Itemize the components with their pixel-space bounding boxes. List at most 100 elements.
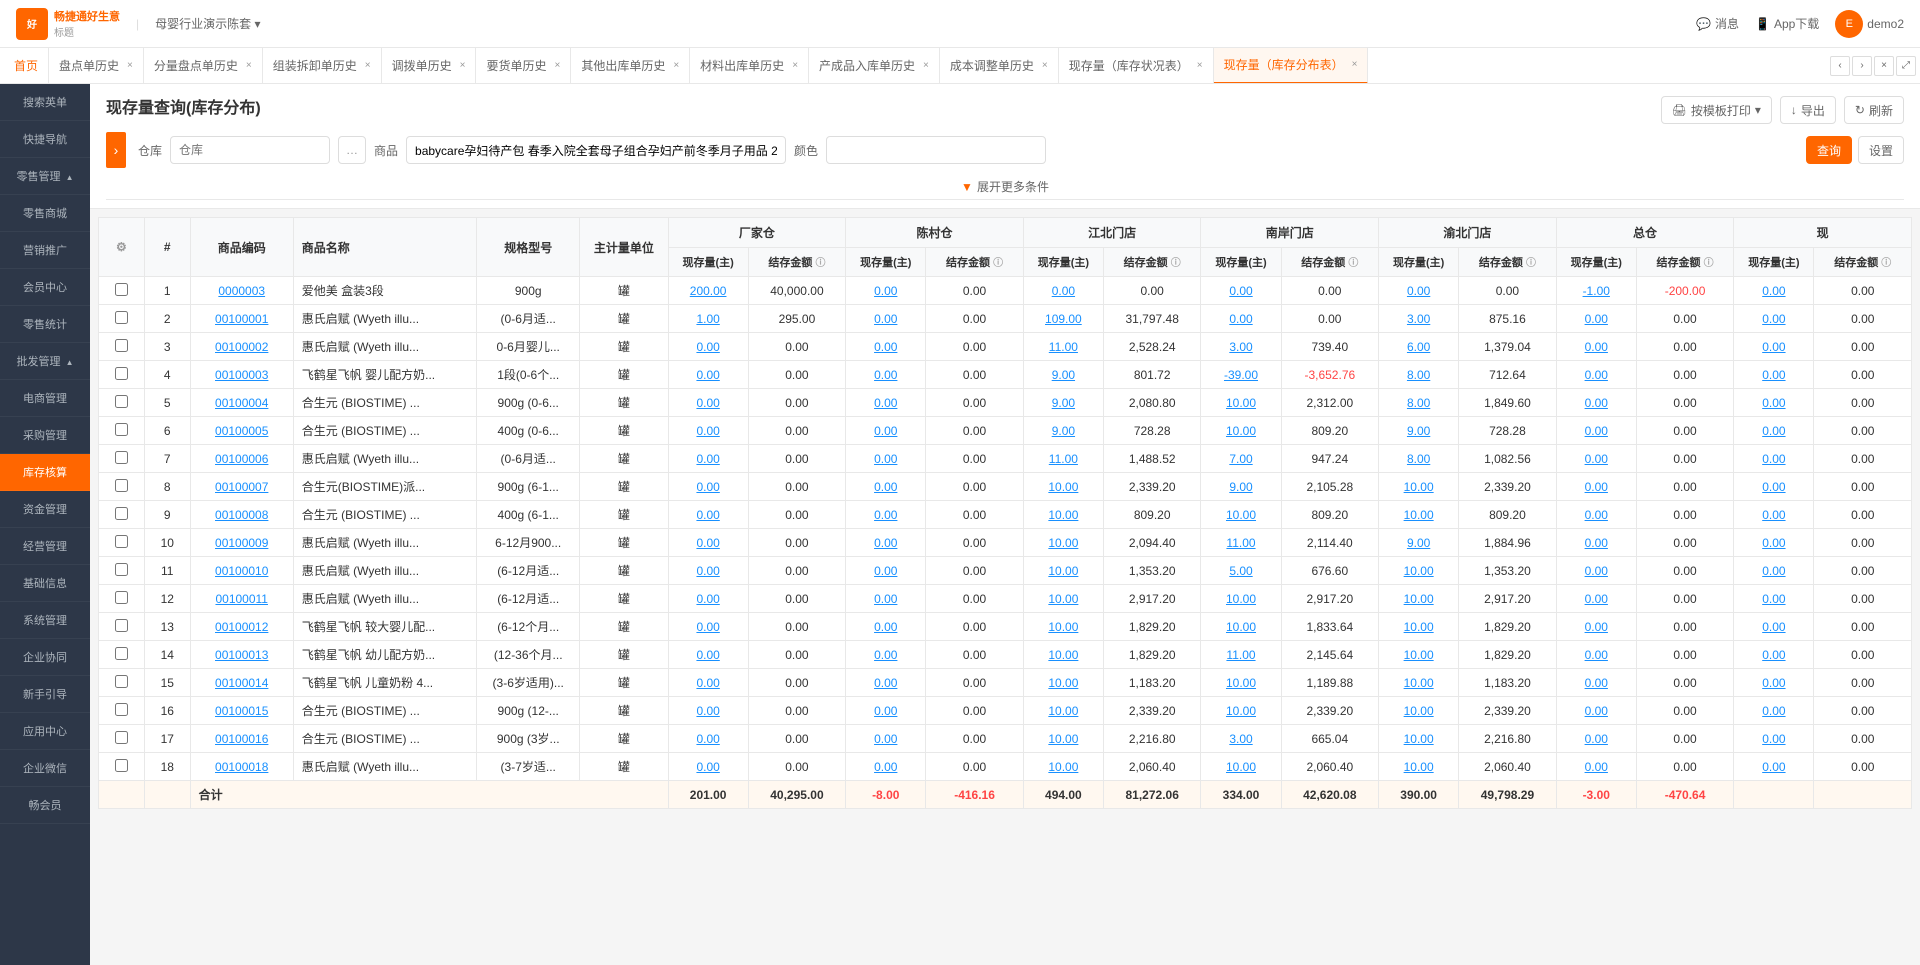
row-checkbox[interactable]	[115, 647, 128, 660]
row-jb-qty[interactable]: 10.00	[1023, 669, 1103, 697]
row-tot-qty[interactable]: 0.00	[1556, 305, 1636, 333]
row-tot-qty[interactable]: 0.00	[1556, 529, 1636, 557]
nav-close-all[interactable]: ×	[1874, 56, 1894, 76]
sidebar-item-system[interactable]: 系统管理	[0, 602, 90, 639]
row-can-qty[interactable]: 0.00	[846, 417, 926, 445]
row-tot-qty[interactable]: 0.00	[1556, 753, 1636, 781]
row-tot-qty[interactable]: 0.00	[1556, 613, 1636, 641]
row-can-qty[interactable]: 0.00	[846, 753, 926, 781]
sidebar-item-member[interactable]: 会员中心	[0, 269, 90, 306]
row-fac-qty[interactable]: 0.00	[668, 389, 748, 417]
tab-3[interactable]: 组装拆卸单历史 ×	[263, 48, 382, 84]
tab-7-close[interactable]: ×	[792, 60, 798, 71]
row-yb-qty[interactable]: 10.00	[1379, 725, 1459, 753]
row-cur-qty[interactable]: 0.00	[1734, 333, 1814, 361]
row-na-qty[interactable]: 10.00	[1201, 613, 1281, 641]
row-jb-qty[interactable]: 10.00	[1023, 641, 1103, 669]
sidebar-item-search[interactable]: 搜索英单	[0, 84, 90, 121]
row-yb-qty[interactable]: 8.00	[1379, 361, 1459, 389]
row-select[interactable]	[99, 557, 145, 585]
sidebar-item-marketing[interactable]: 营销推广	[0, 232, 90, 269]
row-fac-qty[interactable]: 0.00	[668, 333, 748, 361]
cur-amt-info[interactable]: ⓘ	[1881, 258, 1891, 269]
row-code[interactable]: 00100004	[190, 389, 293, 417]
row-tot-qty[interactable]: 0.00	[1556, 417, 1636, 445]
row-checkbox[interactable]	[115, 395, 128, 408]
row-jb-qty[interactable]: 10.00	[1023, 501, 1103, 529]
row-na-qty[interactable]: 10.00	[1201, 585, 1281, 613]
row-can-qty[interactable]: 0.00	[846, 501, 926, 529]
row-fac-qty[interactable]: 0.00	[668, 557, 748, 585]
row-code[interactable]: 00100016	[190, 725, 293, 753]
row-yb-qty[interactable]: 10.00	[1379, 669, 1459, 697]
row-na-qty[interactable]: 10.00	[1201, 753, 1281, 781]
row-fac-qty[interactable]: 0.00	[668, 669, 748, 697]
row-checkbox[interactable]	[115, 283, 128, 296]
row-tot-qty[interactable]: 0.00	[1556, 389, 1636, 417]
row-tot-qty[interactable]: 0.00	[1556, 697, 1636, 725]
row-code[interactable]: 00100003	[190, 361, 293, 389]
row-fac-qty[interactable]: 0.00	[668, 445, 748, 473]
row-cur-qty[interactable]: 0.00	[1734, 445, 1814, 473]
row-checkbox[interactable]	[115, 619, 128, 632]
nav-next[interactable]: ›	[1852, 56, 1872, 76]
row-code[interactable]: 00100001	[190, 305, 293, 333]
color-input[interactable]	[826, 136, 1046, 164]
row-na-qty[interactable]: 0.00	[1201, 277, 1281, 305]
row-jb-qty[interactable]: 10.00	[1023, 725, 1103, 753]
setting-btn[interactable]: 设置	[1858, 136, 1904, 164]
row-jb-qty[interactable]: 10.00	[1023, 557, 1103, 585]
sidebar-item-shortcuts[interactable]: 快捷导航	[0, 121, 90, 158]
nav-prev[interactable]: ‹	[1830, 56, 1850, 76]
row-na-qty[interactable]: 3.00	[1201, 333, 1281, 361]
row-code[interactable]: 00100010	[190, 557, 293, 585]
row-can-qty[interactable]: 0.00	[846, 669, 926, 697]
sidebar-item-retailstat[interactable]: 零售统计	[0, 306, 90, 343]
tab-1[interactable]: 盘点单历史 ×	[49, 48, 144, 84]
row-yb-qty[interactable]: 10.00	[1379, 585, 1459, 613]
row-tot-qty[interactable]: 0.00	[1556, 473, 1636, 501]
row-can-qty[interactable]: 0.00	[846, 725, 926, 753]
row-fac-qty[interactable]: 0.00	[668, 725, 748, 753]
tab-5[interactable]: 要货单历史 ×	[476, 48, 571, 84]
row-na-qty[interactable]: 10.00	[1201, 669, 1281, 697]
row-checkbox[interactable]	[115, 759, 128, 772]
na-amt-info[interactable]: ⓘ	[1348, 258, 1358, 269]
message-btn[interactable]: 💬 消息	[1696, 15, 1739, 32]
row-na-qty[interactable]: 9.00	[1201, 473, 1281, 501]
yb-amt-info[interactable]: ⓘ	[1526, 258, 1536, 269]
row-cur-qty[interactable]: 0.00	[1734, 613, 1814, 641]
row-cur-qty[interactable]: 0.00	[1734, 501, 1814, 529]
industry-selector[interactable]: 母婴行业演示陈套 ▾	[155, 15, 260, 32]
row-yb-qty[interactable]: 6.00	[1379, 333, 1459, 361]
row-can-qty[interactable]: 0.00	[846, 697, 926, 725]
sidebar-item-ecommerce[interactable]: 电商管理	[0, 380, 90, 417]
row-fac-qty[interactable]: 1.00	[668, 305, 748, 333]
row-na-qty[interactable]: 11.00	[1201, 641, 1281, 669]
row-checkbox[interactable]	[115, 423, 128, 436]
nav-maximize[interactable]: ⤢	[1896, 56, 1916, 76]
row-tot-qty[interactable]: 0.00	[1556, 641, 1636, 669]
row-cur-qty[interactable]: 0.00	[1734, 417, 1814, 445]
row-fac-qty[interactable]: 0.00	[668, 529, 748, 557]
row-jb-qty[interactable]: 11.00	[1023, 445, 1103, 473]
sidebar-item-guide[interactable]: 新手引导	[0, 676, 90, 713]
row-tot-qty[interactable]: 0.00	[1556, 725, 1636, 753]
row-na-qty[interactable]: 3.00	[1201, 725, 1281, 753]
row-checkbox[interactable]	[115, 311, 128, 324]
row-jb-qty[interactable]: 10.00	[1023, 697, 1103, 725]
tab-10-close[interactable]: ×	[1197, 60, 1203, 71]
row-fac-qty[interactable]: 0.00	[668, 417, 748, 445]
row-yb-qty[interactable]: 0.00	[1379, 277, 1459, 305]
row-tot-qty[interactable]: 0.00	[1556, 585, 1636, 613]
row-tot-qty[interactable]: 0.00	[1556, 501, 1636, 529]
row-checkbox[interactable]	[115, 339, 128, 352]
sidebar-item-collab[interactable]: 企业协同	[0, 639, 90, 676]
row-jb-qty[interactable]: 10.00	[1023, 529, 1103, 557]
tab-11-close[interactable]: ×	[1352, 59, 1358, 70]
row-code[interactable]: 00100013	[190, 641, 293, 669]
sidebar-item-retail[interactable]: 零售管理 ▲	[0, 158, 90, 195]
row-select[interactable]	[99, 333, 145, 361]
row-select[interactable]	[99, 585, 145, 613]
row-checkbox[interactable]	[115, 451, 128, 464]
